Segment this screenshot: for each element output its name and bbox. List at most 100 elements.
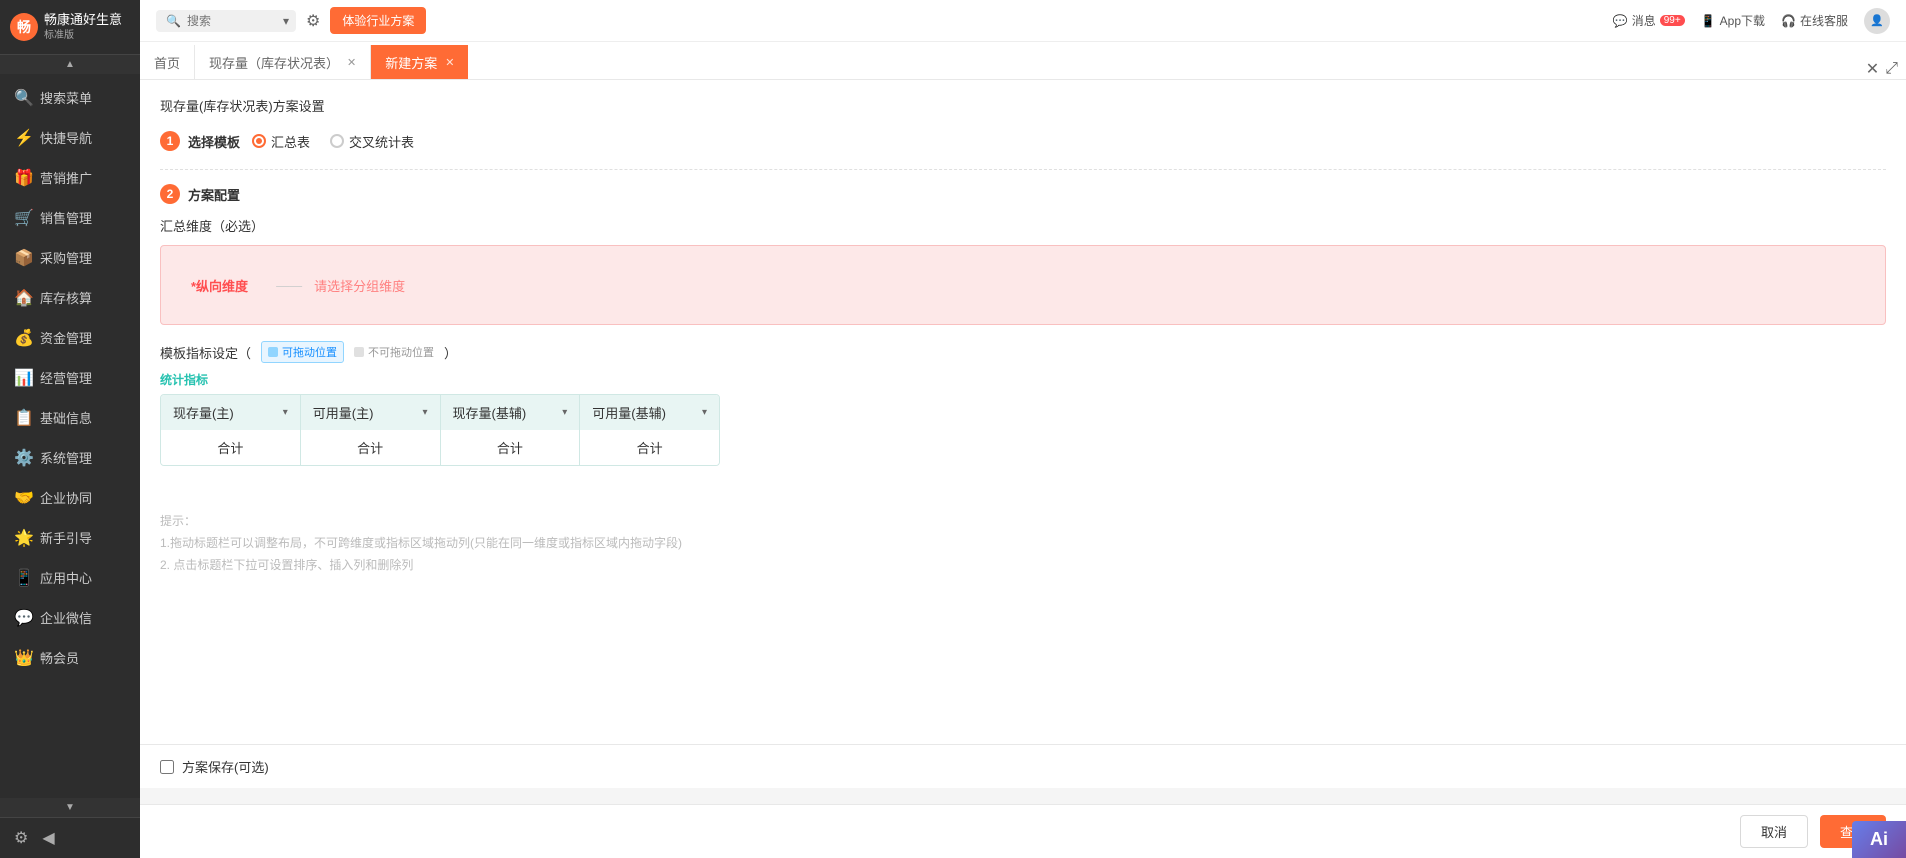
footer-settings-btn[interactable]: ⚙ <box>14 828 28 848</box>
section1-title: 选择模板 <box>188 132 240 151</box>
settings-icon[interactable]: ⚙ <box>306 11 320 31</box>
quick-nav-icon: ⚡ <box>14 128 32 148</box>
scroll-down-btn[interactable]: ▼ <box>65 802 75 813</box>
app-download-group[interactable]: 📱 App下载 <box>1701 12 1765 29</box>
sidebar-item-label: 企业微信 <box>40 608 92 627</box>
sidebar-item-app-center[interactable]: 📱 应用中心 <box>0 558 140 598</box>
sidebar-item-operations[interactable]: 📊 经营管理 <box>0 358 140 398</box>
tab-inventory-close-btn[interactable]: ✕ <box>347 56 356 69</box>
stats-cell-2: 合计 <box>301 430 441 465</box>
header-search-box: 🔍 ▾ <box>156 10 296 32</box>
ai-badge[interactable]: Ai <box>1852 821 1906 858</box>
search-dropdown-btn[interactable]: ▾ <box>283 14 289 28</box>
sidebar-item-marketing[interactable]: 🎁 营销推广 <box>0 158 140 198</box>
tab-home-label: 首页 <box>154 53 180 72</box>
stats-col-1[interactable]: 现存量(主) ▾ <box>161 395 301 430</box>
sidebar-item-new-guide[interactable]: 🌟 新手引导 <box>0 518 140 558</box>
stats-col-3[interactable]: 现存量(基辅) ▾ <box>441 395 581 430</box>
stats-col-4-label: 可用量(基辅) <box>592 403 666 422</box>
save-checkbox[interactable] <box>160 760 174 774</box>
sidebar-item-quick-nav[interactable]: ⚡ 快捷导航 <box>0 118 140 158</box>
footer-actions: 取消 查询 <box>140 804 1906 858</box>
sidebar-item-finance[interactable]: 💰 资金管理 <box>0 318 140 358</box>
tips-section: 提示： 1.拖动标题栏可以调整布局，不可跨维度或指标区域拖动列(只能在同一维度或… <box>160 512 1886 576</box>
header-right: 💬 消息 99+ 📱 App下载 🎧 在线客服 👤 <box>1613 8 1890 34</box>
logo-icon: 畅 <box>10 13 38 41</box>
chevron-down-icon-4: ▾ <box>702 407 707 418</box>
tips-title: 提示： <box>160 512 1886 529</box>
sidebar-item-label: 营销推广 <box>40 168 92 187</box>
indicator-label: 模板指标设定（ 可拖动位置 不可拖动位置 ） <box>160 341 1886 363</box>
content-inner: 现存量(库存状况表)方案设置 1 选择模板 汇总表 <box>140 80 1906 744</box>
radio-cross[interactable]: 交叉统计表 <box>330 132 414 151</box>
tab-expand-icon[interactable]: ⤢ <box>1885 60 1898 78</box>
cancel-button[interactable]: 取消 <box>1740 815 1808 848</box>
sidebar-item-search[interactable]: 🔍 搜索菜单 <box>0 78 140 118</box>
sidebar-nav: 🔍 搜索菜单 ⚡ 快捷导航 🎁 营销推广 🛒 销售管理 📦 采购管理 🏠 库存核… <box>0 74 140 798</box>
radio-summary-circle <box>252 134 266 148</box>
app-subtitle: 标准版 <box>44 29 122 42</box>
user-avatar[interactable]: 👤 <box>1864 8 1890 34</box>
stats-cell-4: 合计 <box>580 430 719 465</box>
stats-col-2-label: 可用量(主) <box>313 403 374 422</box>
non-draggable-badge: 不可拖动位置 <box>354 344 434 360</box>
tab-close-icon[interactable]: ✕ <box>1866 59 1879 79</box>
search-input[interactable] <box>187 14 277 28</box>
section2-num: 2 <box>160 184 180 204</box>
sidebar-item-label: 基础信息 <box>40 408 92 427</box>
stats-cell-1: 合计 <box>161 430 301 465</box>
messages-icon: 💬 <box>1613 14 1628 28</box>
sidebar-item-system[interactable]: ⚙️ 系统管理 <box>0 438 140 478</box>
messages-group[interactable]: 💬 消息 99+ <box>1613 12 1685 29</box>
stats-col-3-label: 现存量(基辅) <box>453 403 527 422</box>
stats-table: 现存量(主) ▾ 可用量(主) ▾ 现存量(基辅) ▾ <box>160 394 720 466</box>
chevron-down-icon-1: ▾ <box>283 407 288 418</box>
sidebar-item-inventory[interactable]: 🏠 库存核算 <box>0 278 140 318</box>
save-label: 方案保存(可选) <box>182 757 269 776</box>
tab-new-plan-close-btn[interactable]: ✕ <box>445 56 454 69</box>
sidebar-item-sales[interactable]: 🛒 销售管理 <box>0 198 140 238</box>
dimension-area[interactable]: *纵向维度 —— 请选择分组维度 <box>160 245 1886 325</box>
system-icon: ⚙️ <box>14 448 32 468</box>
sidebar-item-cooperation[interactable]: 🤝 企业协同 <box>0 478 140 518</box>
footer-collapse-btn[interactable]: ◀ <box>42 828 54 848</box>
sidebar-item-label: 搜索菜单 <box>40 88 92 107</box>
page-title: 现存量(库存状况表)方案设置 <box>160 96 1886 115</box>
tip-item-2: 2. 点击标题栏下拉可设置排序、插入列和删除列 <box>160 555 1886 577</box>
tab-new-plan[interactable]: 新建方案 ✕ <box>371 45 468 79</box>
app-logo: 畅 畅康通好生意 标准版 <box>0 0 140 55</box>
radio-cross-label: 交叉统计表 <box>349 132 414 151</box>
cooperation-icon: 🤝 <box>14 488 32 508</box>
dimension-placeholder: 请选择分组维度 <box>314 276 405 295</box>
draggable-badge: 可拖动位置 <box>261 341 344 363</box>
messages-label: 消息 <box>1632 12 1656 29</box>
sidebar-item-purchase[interactable]: 📦 采购管理 <box>0 238 140 278</box>
non-draggable-label: 不可拖动位置 <box>368 344 434 360</box>
finance-icon: 💰 <box>14 328 32 348</box>
tab-inventory-status[interactable]: 现存量（库存状况表） ✕ <box>195 45 371 79</box>
scroll-up-btn[interactable]: ▲ <box>65 59 75 70</box>
messages-badge: 99+ <box>1660 15 1685 26</box>
trial-btn[interactable]: 体验行业方案 <box>330 7 426 34</box>
stats-col-4[interactable]: 可用量(基辅) ▾ <box>580 395 719 430</box>
online-service-label: 在线客服 <box>1800 12 1848 29</box>
sidebar-item-label: 企业协同 <box>40 488 92 507</box>
radio-summary[interactable]: 汇总表 <box>252 132 310 151</box>
wechat-icon: 💬 <box>14 608 32 628</box>
stats-col-1-label: 现存量(主) <box>173 403 234 422</box>
tab-bar: 首页 现存量（库存状况表） ✕ 新建方案 ✕ ✕ ⤢ <box>140 42 1906 80</box>
sidebar: 畅 畅康通好生意 标准版 ▲ 🔍 搜索菜单 ⚡ 快捷导航 🎁 营销推广 🛒 销售… <box>0 0 140 858</box>
tab-home[interactable]: 首页 <box>140 45 195 79</box>
main-area: 🔍 ▾ ⚙ 体验行业方案 💬 消息 99+ 📱 App下载 🎧 在线客服 <box>140 0 1906 858</box>
stats-table-body: 合计 合计 合计 合计 <box>161 430 719 465</box>
sidebar-item-label: 新手引导 <box>40 528 92 547</box>
headset-icon: 🎧 <box>1781 14 1796 28</box>
stats-col-2[interactable]: 可用量(主) ▾ <box>301 395 441 430</box>
online-service-group[interactable]: 🎧 在线客服 <box>1781 12 1848 29</box>
template-radio-group: 汇总表 交叉统计表 <box>252 132 414 151</box>
sidebar-item-wechat[interactable]: 💬 企业微信 <box>0 598 140 638</box>
marketing-icon: 🎁 <box>14 168 32 188</box>
sidebar-item-base-info[interactable]: 📋 基础信息 <box>0 398 140 438</box>
sidebar-item-member[interactable]: 👑 畅会员 <box>0 638 140 678</box>
sidebar-item-label: 系统管理 <box>40 448 92 467</box>
